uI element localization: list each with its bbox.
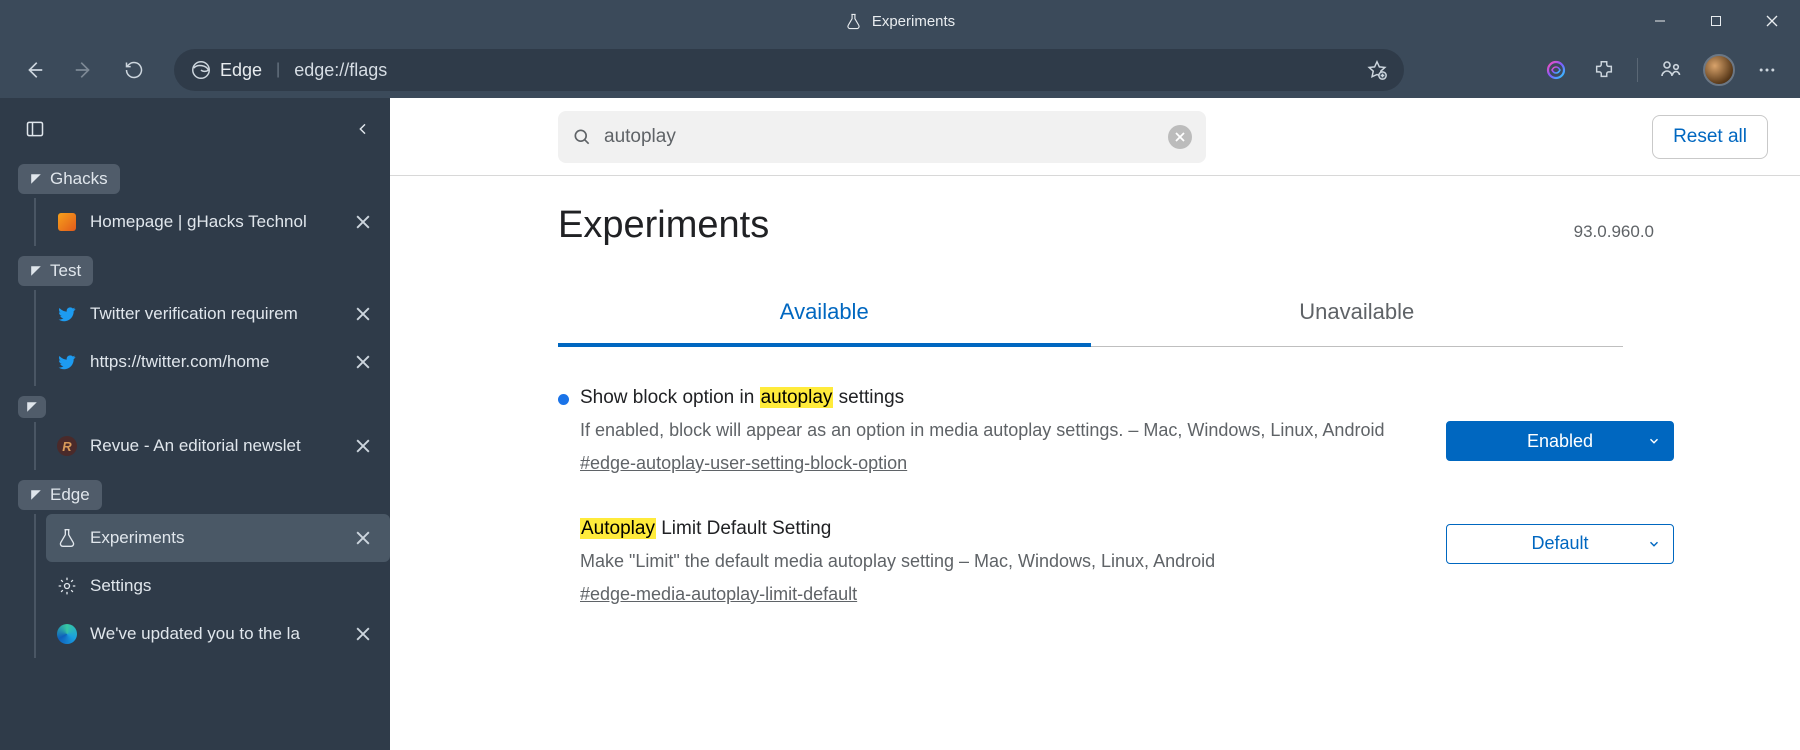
sidebar-tab-label: Revue - An editorial newslet — [90, 436, 338, 456]
flag-modified-indicator — [558, 518, 580, 605]
flag-description: Make "Limit" the default media autoplay … — [580, 548, 1418, 576]
more-menu-button[interactable] — [1746, 49, 1788, 91]
profile-avatar[interactable] — [1698, 49, 1740, 91]
tab-group-header[interactable] — [18, 396, 46, 418]
flag-item: Show block option in autoplay settings If… — [558, 387, 1678, 474]
flags-tabs: Available Unavailable — [558, 285, 1623, 347]
sidebar-tab-label: Twitter verification requirem — [90, 304, 338, 324]
tab-group-header[interactable]: Test — [18, 256, 93, 286]
tab-available[interactable]: Available — [558, 285, 1091, 347]
sidebar-tab[interactable]: https://twitter.com/home — [46, 338, 390, 386]
close-tab-button[interactable] — [350, 301, 376, 327]
clear-search-button[interactable] — [1168, 125, 1192, 149]
close-tab-button[interactable] — [350, 525, 376, 551]
sidebar-tab-label: Homepage | gHacks Technol — [90, 212, 338, 232]
flag-title: Autoplay Limit Default Setting — [580, 518, 1418, 540]
sidebar-collapse-button[interactable] — [346, 114, 380, 144]
account-switcher-icon[interactable] — [1650, 49, 1692, 91]
window-minimize-button[interactable] — [1632, 0, 1688, 42]
chevron-down-icon — [30, 173, 42, 185]
flag-hash-link[interactable]: #edge-media-autoplay-limit-default — [580, 584, 1418, 605]
twitter-icon — [56, 303, 78, 325]
chevron-down-icon — [30, 265, 42, 277]
sidebar-tab[interactable]: Experiments — [46, 514, 390, 562]
tab-group-header[interactable]: Ghacks — [18, 164, 120, 194]
forward-button[interactable] — [62, 48, 106, 92]
gear-icon — [56, 575, 78, 597]
sidebar-tab[interactable]: R Revue - An editorial newslet — [46, 422, 390, 470]
sidebar-tab[interactable]: Twitter verification requirem — [46, 290, 390, 338]
version-label: 93.0.960.0 — [1574, 222, 1654, 242]
sidebar-tab-label: Experiments — [90, 528, 338, 548]
flag-hash-link[interactable]: #edge-autoplay-user-setting-block-option — [580, 453, 1418, 474]
sidebar-tab[interactable]: Settings — [46, 562, 390, 610]
window-titlebar: Experiments — [0, 0, 1800, 42]
toolbar-separator — [1637, 58, 1638, 82]
copilot-icon[interactable] — [1535, 49, 1577, 91]
address-url: edge://flags — [294, 60, 387, 81]
reset-all-button[interactable]: Reset all — [1652, 115, 1768, 159]
chevron-down-icon — [1647, 434, 1661, 448]
flask-icon — [56, 527, 78, 549]
close-tab-button[interactable] — [350, 621, 376, 647]
sidebar-tab-label: Settings — [90, 576, 380, 596]
search-icon — [572, 127, 592, 147]
window-maximize-button[interactable] — [1688, 0, 1744, 42]
flags-search-input[interactable] — [604, 126, 1156, 148]
flag-state-select[interactable]: Enabled — [1446, 421, 1674, 461]
flag-state-value: Default — [1531, 533, 1588, 554]
flag-modified-indicator — [558, 387, 580, 474]
sidebar-tab[interactable]: We've updated you to the la — [46, 610, 390, 658]
address-brand: Edge — [220, 60, 262, 81]
browser-toolbar: Edge | edge://flags — [0, 42, 1800, 98]
tab-group-label: Test — [50, 261, 81, 281]
address-bar[interactable]: Edge | edge://flags — [174, 49, 1404, 91]
flag-item: Autoplay Limit Default Setting Make "Limi… — [558, 518, 1678, 605]
tab-group-header[interactable]: Edge — [18, 480, 102, 510]
sidebar-tab[interactable]: Homepage | gHacks Technol — [46, 198, 390, 246]
ghacks-icon — [56, 211, 78, 233]
back-button[interactable] — [12, 48, 56, 92]
edge-icon — [56, 623, 78, 645]
twitter-icon — [56, 351, 78, 373]
chevron-down-icon — [26, 401, 38, 413]
tab-group-label: Ghacks — [50, 169, 108, 189]
refresh-button[interactable] — [112, 48, 156, 92]
flag-list: Show block option in autoplay settings If… — [558, 387, 1678, 605]
close-tab-button[interactable] — [350, 433, 376, 459]
page-content: Reset all Experiments 93.0.960.0 Availab… — [390, 98, 1800, 750]
sidebar-tab-label: We've updated you to the la — [90, 624, 338, 644]
close-tab-button[interactable] — [350, 209, 376, 235]
window-title: Experiments — [872, 13, 955, 30]
sidebar-toggle-button[interactable] — [18, 114, 52, 144]
edge-logo-icon — [190, 59, 212, 81]
favorite-button[interactable] — [1366, 59, 1388, 81]
flag-state-value: Enabled — [1527, 431, 1593, 452]
sidebar-tab-label: https://twitter.com/home — [90, 352, 338, 372]
flask-icon — [845, 13, 862, 30]
flag-description: If enabled, block will appear as an opti… — [580, 417, 1418, 445]
chevron-down-icon — [30, 489, 42, 501]
vertical-tabs-sidebar: Ghacks Homepage | gHacks Technol Test Twitt… — [0, 98, 390, 750]
page-title: Experiments — [558, 204, 769, 247]
tab-group-label: Edge — [50, 485, 90, 505]
close-tab-button[interactable] — [350, 349, 376, 375]
flag-state-select[interactable]: Default — [1446, 524, 1674, 564]
window-close-button[interactable] — [1744, 0, 1800, 42]
extensions-icon[interactable] — [1583, 49, 1625, 91]
chevron-down-icon — [1647, 537, 1661, 551]
flag-title: Show block option in autoplay settings — [580, 387, 1418, 409]
tab-unavailable[interactable]: Unavailable — [1091, 285, 1624, 346]
revue-icon: R — [56, 435, 78, 457]
flags-search-box[interactable] — [558, 111, 1206, 163]
address-separator: | — [276, 61, 280, 79]
